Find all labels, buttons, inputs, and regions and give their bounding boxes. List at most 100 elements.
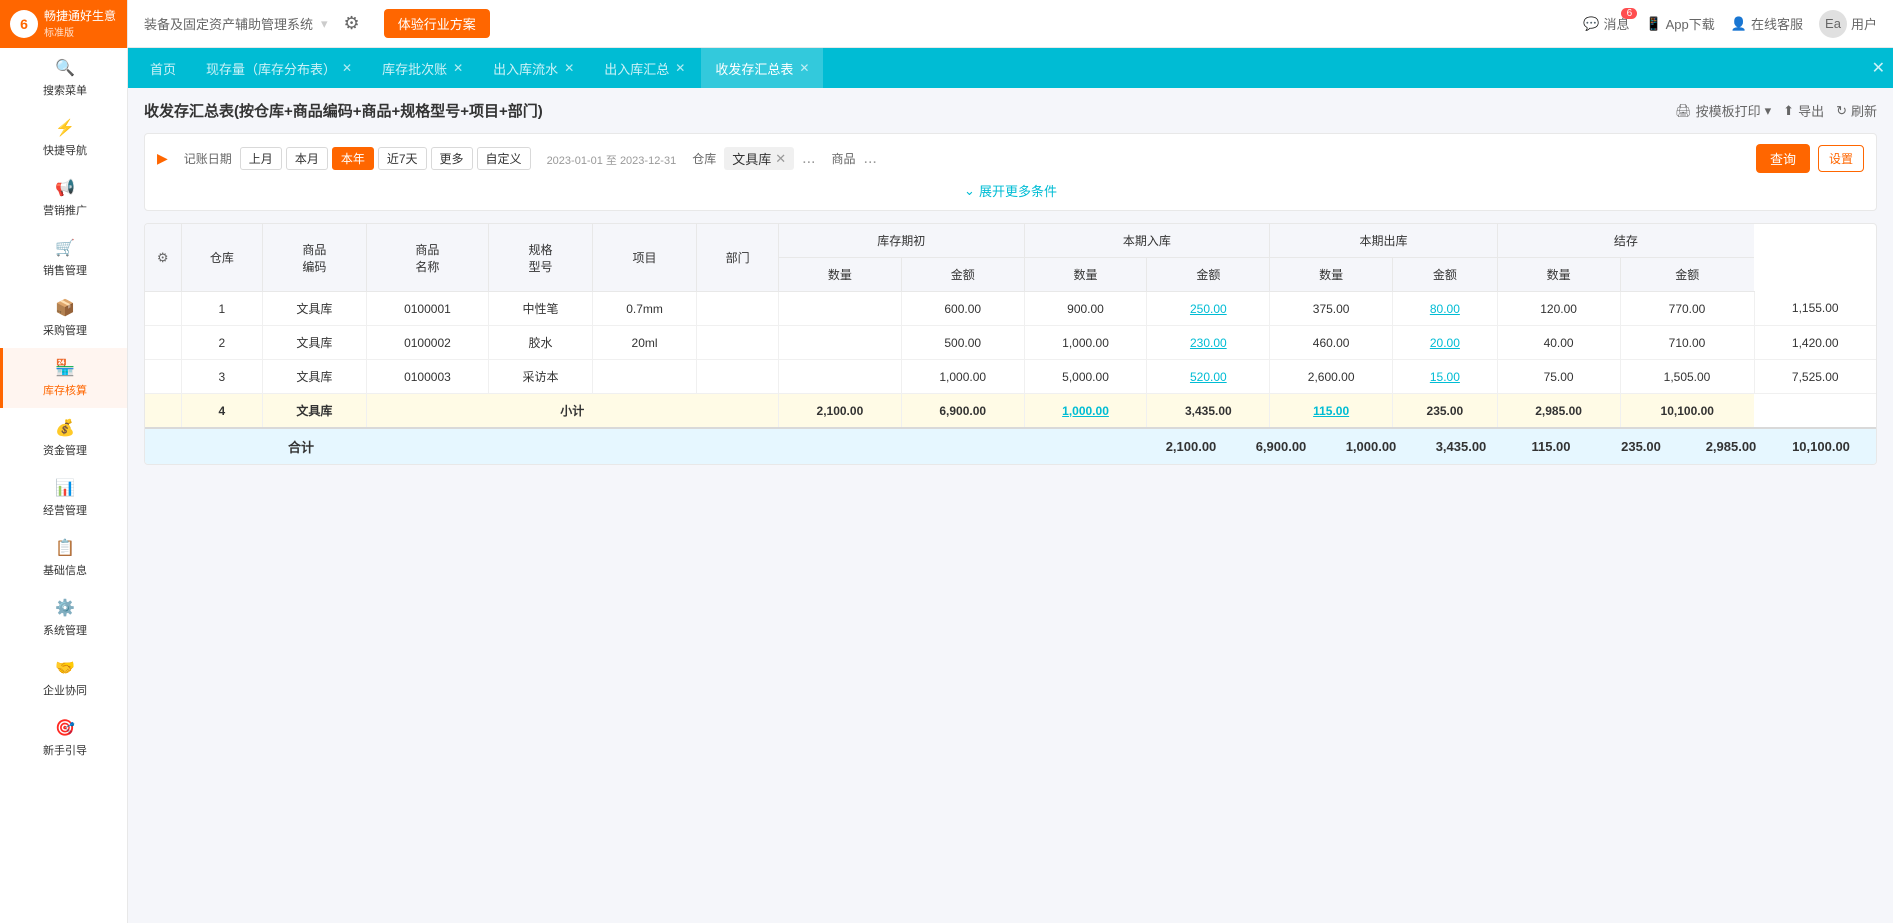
warehouse-filter-label: 仓库 <box>692 150 716 167</box>
sidebar-item-search[interactable]: 🔍 搜索菜单 <box>0 48 127 108</box>
date-btn-this-year[interactable]: 本年 <box>332 147 374 170</box>
tabbar: 首页现存量（库存分布表） ✕库存批次账 ✕出入库流水 ✕出入库汇总 ✕收发存汇总… <box>128 48 1893 88</box>
content-area: 收发存汇总表(按仓库+商品编码+商品+规格型号+项目+部门) 🖨 按模板打印 ▾… <box>128 88 1893 923</box>
td-settings-1 <box>145 326 181 360</box>
print-button[interactable]: 🖨 按模板打印 ▾ <box>1675 101 1771 120</box>
sales-icon: 🛒 <box>55 238 75 258</box>
warehouse-more-button[interactable]: ... <box>802 150 815 168</box>
td-out-qty-2[interactable]: 15.00 <box>1393 360 1498 394</box>
close-all-tabs-button[interactable]: ✕ <box>1872 58 1885 78</box>
td-in-amount-0: 375.00 <box>1270 292 1393 326</box>
td-opening-amount-1: 1,000.00 <box>1024 326 1147 360</box>
th-opening-group: 库存期初 <box>778 224 1024 258</box>
sidebar-item-label-basic: 基础信息 <box>43 562 87 578</box>
tab-close-1[interactable]: ✕ <box>342 61 352 75</box>
date-btn-this-month[interactable]: 本月 <box>286 147 328 170</box>
td-in-qty-2[interactable]: 520.00 <box>1147 360 1270 394</box>
sidebar-item-label-guide: 新手引导 <box>43 742 87 758</box>
td-in-qty-1[interactable]: 230.00 <box>1147 326 1270 360</box>
subtotal-out-qty[interactable]: 115.00 <box>1270 394 1393 428</box>
tab-5[interactable]: 收发存汇总表 ✕ <box>701 48 823 88</box>
subtotal-label: 小计 <box>366 394 778 428</box>
td-department-1 <box>778 326 901 360</box>
sidebar-item-label-sales: 销售管理 <box>43 262 87 278</box>
warehouse-tag[interactable]: 文具库 ✕ <box>724 147 794 170</box>
query-button[interactable]: 查询 <box>1756 144 1810 173</box>
th-goods-spec: 规格型号 <box>489 224 592 292</box>
warehouse-tag-close-icon[interactable]: ✕ <box>775 151 786 167</box>
try-industry-button[interactable]: 体验行业方案 <box>384 9 490 38</box>
online-service-button[interactable]: 👤 在线客服 <box>1731 14 1803 33</box>
td-closing-qty-2: 1,505.00 <box>1620 360 1754 394</box>
sidebar-item-inventory[interactable]: 🏪 库存核算 <box>0 348 127 408</box>
sidebar-item-sales[interactable]: 🛒 销售管理 <box>0 228 127 288</box>
sidebar-item-operation[interactable]: 📊 经营管理 <box>0 468 127 528</box>
export-button[interactable]: ⬆ 导出 <box>1783 101 1824 120</box>
date-btn-7days[interactable]: 近7天 <box>378 147 427 170</box>
tab-label-0: 首页 <box>150 59 176 78</box>
sidebar-item-label-inventory: 库存核算 <box>43 382 87 398</box>
app-download-button[interactable]: 📱 App下载 <box>1645 14 1714 33</box>
filter-expand-arrow[interactable]: ▶ <box>157 150 168 167</box>
tab-1[interactable]: 现存量（库存分布表） ✕ <box>192 48 366 88</box>
tab-close-2[interactable]: ✕ <box>453 61 463 75</box>
tab-4[interactable]: 出入库汇总 ✕ <box>590 48 699 88</box>
td-goods-spec-1: 20ml <box>592 326 697 360</box>
footer-out-amount: 235.00 <box>1596 439 1686 454</box>
sidebar-item-marketing[interactable]: 📢 营销推广 <box>0 168 127 228</box>
system-icon: ⚙️ <box>55 598 75 618</box>
goods-more-button[interactable]: ... <box>864 150 877 168</box>
goods-filter-label: 商品 <box>832 150 856 167</box>
date-btn-more[interactable]: 更多 <box>431 147 473 170</box>
tab-label-1: 现存量（库存分布表） <box>206 59 336 78</box>
sidebar-item-system[interactable]: ⚙️ 系统管理 <box>0 588 127 648</box>
data-table-container: ⚙ 仓库 商品编码 商品名称 规格型号 项目 部门 库存期初 本期入库 本期出库… <box>144 223 1877 465</box>
expand-conditions-button[interactable]: ⌄ 展开更多条件 <box>964 181 1057 200</box>
tab-close-5[interactable]: ✕ <box>799 61 809 75</box>
td-in-qty-0[interactable]: 250.00 <box>1147 292 1270 326</box>
settings-icon[interactable]: ⚙ <box>344 13 360 34</box>
sidebar-item-finance[interactable]: 💰 资金管理 <box>0 408 127 468</box>
td-goods-spec-0: 0.7mm <box>592 292 697 326</box>
chevron-down-icon: ▾ <box>1765 103 1772 119</box>
td-out-amount-2: 75.00 <box>1497 360 1620 394</box>
tab-3[interactable]: 出入库流水 ✕ <box>479 48 588 88</box>
quick-nav-icon: ⚡ <box>55 118 75 138</box>
tab-close-3[interactable]: ✕ <box>564 61 574 75</box>
sidebar-item-corp[interactable]: 🤝 企业协同 <box>0 648 127 708</box>
subtotal-opening-amount: 6,900.00 <box>901 394 1024 428</box>
date-btn-last-month[interactable]: 上月 <box>240 147 282 170</box>
sidebar-item-purchase[interactable]: 📦 采购管理 <box>0 288 127 348</box>
th-goods-code: 商品编码 <box>263 224 366 292</box>
footer-total-label: 合计 <box>191 437 411 456</box>
topbar-right: 💬 消息 6 📱 App下载 👤 在线客服 Ea 用户 <box>1583 10 1877 38</box>
notifications-button[interactable]: 💬 消息 6 <box>1583 14 1629 33</box>
td-project-2 <box>697 360 779 394</box>
sidebar-item-label-system: 系统管理 <box>43 622 87 638</box>
date-btn-custom[interactable]: 自定义 <box>477 147 531 170</box>
logo-icon: 6 <box>10 10 38 38</box>
tab-0[interactable]: 首页 <box>136 48 190 88</box>
td-out-qty-0[interactable]: 80.00 <box>1393 292 1498 326</box>
basic-icon: 📋 <box>55 538 75 558</box>
filter-settings-button[interactable]: 设置 <box>1818 145 1864 172</box>
user-menu-button[interactable]: Ea 用户 <box>1819 10 1877 38</box>
subtotal-closing-qty: 2,985.00 <box>1497 394 1620 428</box>
column-settings-icon[interactable]: ⚙ <box>157 250 169 265</box>
filter-bar: ▶ 记账日期 上月 本月 本年 近7天 更多 自定义 <box>144 133 1877 211</box>
tab-2[interactable]: 库存批次账 ✕ <box>368 48 477 88</box>
sidebar-item-quick-nav[interactable]: ⚡ 快捷导航 <box>0 108 127 168</box>
tab-close-4[interactable]: ✕ <box>675 61 685 75</box>
sidebar-item-guide[interactable]: 🎯 新手引导 <box>0 708 127 768</box>
page-header-actions: 🖨 按模板打印 ▾ ⬆ 导出 ↻ 刷新 <box>1675 101 1877 120</box>
subtotal-in-qty[interactable]: 1,000.00 <box>1024 394 1147 428</box>
refresh-button[interactable]: ↻ 刷新 <box>1836 101 1877 120</box>
td-out-qty-1[interactable]: 20.00 <box>1393 326 1498 360</box>
export-icon: ⬆ <box>1783 103 1794 119</box>
td-warehouse-0: 文具库 <box>263 292 366 326</box>
subtotal-closing-amount: 10,100.00 <box>1620 394 1754 428</box>
sidebar-item-basic[interactable]: 📋 基础信息 <box>0 528 127 588</box>
td-opening-qty-2: 1,000.00 <box>901 360 1024 394</box>
table-row: 2 文具库 0100002 胶水 20ml 500.00 1,000.00 23… <box>145 326 1876 360</box>
purchase-icon: 📦 <box>55 298 75 318</box>
